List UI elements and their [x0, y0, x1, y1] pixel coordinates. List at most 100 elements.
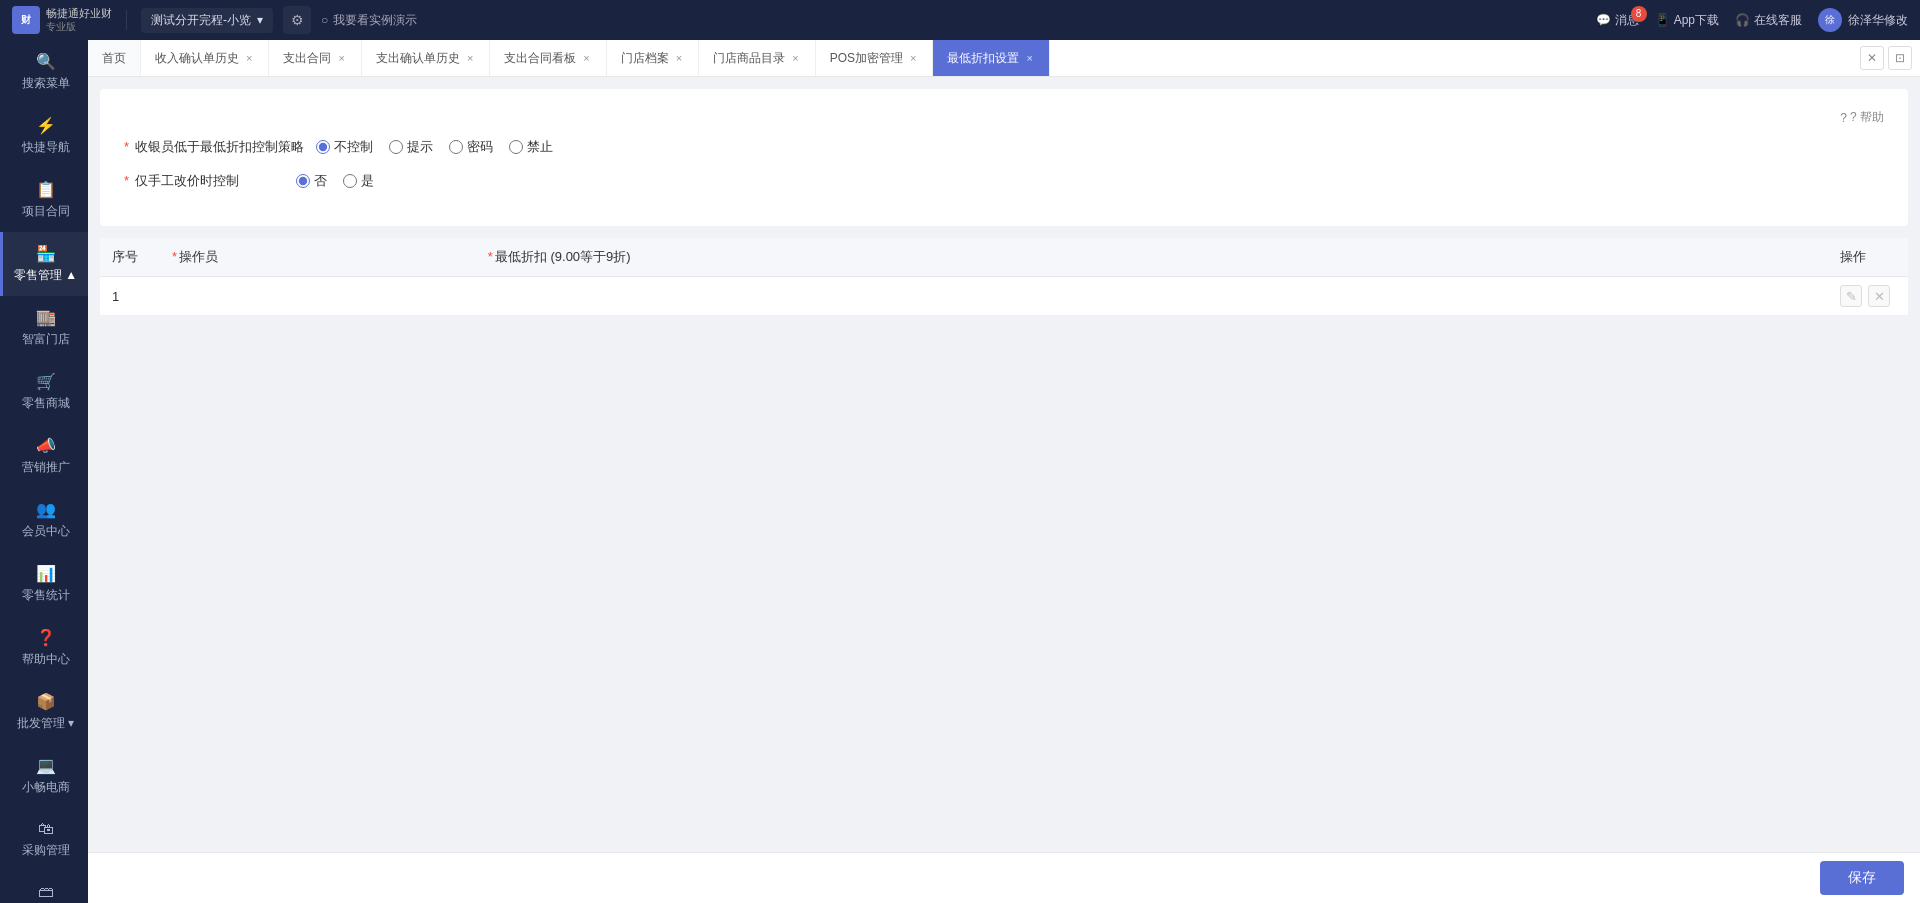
sidebar-item-wholesale-mgmt[interactable]: 📦 批发管理 ▾	[0, 680, 88, 744]
radio-manual-yes[interactable]: 是	[343, 172, 374, 190]
radio-no-control-label: 不控制	[334, 138, 373, 156]
tab-payment-contract[interactable]: 支出合同 ×	[269, 40, 361, 76]
contract-icon: 📋	[36, 180, 56, 199]
messages-button[interactable]: 💬 消息 8	[1596, 12, 1639, 29]
tab-store-archive[interactable]: 门店档案 ×	[607, 40, 699, 76]
online-service-button[interactable]: 🎧 在线客服	[1735, 12, 1802, 29]
cell-operator	[160, 277, 476, 316]
project-selector[interactable]: 测试分开完程-小览 ▾	[141, 8, 273, 33]
sidebar-label-marketing: 营销推广	[22, 459, 70, 476]
tab-income-confirm-label: 收入确认单历史	[155, 50, 239, 67]
radio-forbid-label: 禁止	[527, 138, 553, 156]
app-download-button[interactable]: 📱 App下载	[1655, 12, 1719, 29]
sidebar-item-marketing[interactable]: 📣 营销推广	[0, 424, 88, 488]
online-service-label: 在线客服	[1754, 12, 1802, 29]
sidebar-label-search-menu: 搜索菜单	[22, 75, 70, 92]
sidebar-item-ecommerce[interactable]: 💻 小畅电商	[0, 744, 88, 808]
radio-password[interactable]: 密码	[449, 138, 493, 156]
sidebar-item-retail-stats[interactable]: 📊 零售统计	[0, 552, 88, 616]
radio-manual-no-label: 否	[314, 172, 327, 190]
radio-manual-no[interactable]: 否	[296, 172, 327, 190]
tab-min-discount[interactable]: 最低折扣设置 ×	[933, 40, 1049, 76]
sidebar-item-search-menu[interactable]: 🔍 搜索菜单	[0, 40, 88, 104]
demo-link[interactable]: ○ 我要看实例演示	[321, 12, 417, 29]
manual-price-label: * 仅手工改价时控制	[124, 172, 284, 190]
logo-icon: 财	[12, 6, 40, 34]
discount-table-container: 序号 *操作员 *最低折扣 (9.00等于9折) 操作 1	[100, 238, 1908, 316]
tab-close-payment-confirm[interactable]: ×	[465, 52, 475, 65]
avatar: 徐	[1818, 8, 1842, 32]
sidebar-label-retail-mgmt: 零售管理 ▲	[14, 267, 77, 284]
delete-button[interactable]: ✕	[1868, 285, 1890, 307]
tab-payment-board[interactable]: 支出合同看板 ×	[490, 40, 606, 76]
sidebar-item-shortcut[interactable]: ⚡ 快捷导航	[0, 104, 88, 168]
col-header-seq: 序号	[100, 238, 160, 277]
radio-no-control-input[interactable]	[316, 140, 330, 154]
sidebar-item-help-center[interactable]: ❓ 帮助中心	[0, 616, 88, 680]
tab-close-pos-password[interactable]: ×	[908, 52, 918, 65]
sidebar-label-shortcut: 快捷导航	[22, 139, 70, 156]
tab-store-goods[interactable]: 门店商品目录 ×	[699, 40, 815, 76]
main-layout: 🔍 搜索菜单 ⚡ 快捷导航 📋 项目合同 🏪 零售管理 ▲ 🏬 智富门店 🛒 零…	[0, 40, 1920, 903]
help-link[interactable]: ? ? 帮助	[1840, 109, 1884, 126]
sidebar-label-retail-stats: 零售统计	[22, 587, 70, 604]
tab-close-min-discount[interactable]: ×	[1024, 52, 1034, 65]
user-menu[interactable]: 徐 徐泽华修改	[1818, 8, 1908, 32]
settings-button[interactable]: ⚙	[283, 6, 311, 34]
radio-forbid[interactable]: 禁止	[509, 138, 553, 156]
project-name: 测试分开完程-小览	[151, 12, 251, 29]
ecommerce-icon: 💻	[36, 756, 56, 775]
tab-close-store-goods[interactable]: ×	[790, 52, 800, 65]
user-name: 徐泽华修改	[1848, 12, 1908, 29]
manual-required-mark: *	[124, 173, 129, 188]
app-logo: 财 畅捷通好业财 专业版	[12, 6, 112, 34]
radio-no-control[interactable]: 不控制	[316, 138, 373, 156]
tab-close-store-archive[interactable]: ×	[674, 52, 684, 65]
sidebar-item-retail-mgmt[interactable]: 🏪 零售管理 ▲	[0, 232, 88, 296]
settings-card: ? ? 帮助 * 收银员低于最低折扣控制策略 不控制	[100, 89, 1908, 226]
radio-remind[interactable]: 提示	[389, 138, 433, 156]
page-content: ? ? 帮助 * 收银员低于最低折扣控制策略 不控制	[88, 77, 1920, 852]
radio-manual-yes-input[interactable]	[343, 174, 357, 188]
app-download-label: App下载	[1674, 12, 1719, 29]
topbar: 财 畅捷通好业财 专业版 测试分开完程-小览 ▾ ⚙ ○ 我要看实例演示 💬 消…	[0, 0, 1920, 40]
tab-payment-confirm-label: 支出确认单历史	[376, 50, 460, 67]
save-button[interactable]: 保存	[1820, 861, 1904, 895]
sidebar-item-inventory[interactable]: 🗃 库存核算	[0, 871, 88, 903]
tab-home[interactable]: 首页	[88, 40, 141, 76]
circle-icon: ○	[321, 13, 328, 27]
app-name: 畅捷通好业财	[46, 6, 112, 20]
sidebar: 🔍 搜索菜单 ⚡ 快捷导航 📋 项目合同 🏪 零售管理 ▲ 🏬 智富门店 🛒 零…	[0, 40, 88, 903]
sidebar-item-retail-mall[interactable]: 🛒 零售商城	[0, 360, 88, 424]
radio-forbid-input[interactable]	[509, 140, 523, 154]
download-icon: 📱	[1655, 13, 1670, 27]
tabs-close-button[interactable]: ✕	[1860, 46, 1884, 70]
tab-payment-confirm[interactable]: 支出确认单历史 ×	[362, 40, 490, 76]
col-header-operator: *操作员	[160, 238, 476, 277]
tab-income-confirm[interactable]: 收入确认单历史 ×	[141, 40, 269, 76]
sidebar-item-smart-store[interactable]: 🏬 智富门店	[0, 296, 88, 360]
sidebar-item-purchase-mgmt[interactable]: 🛍 采购管理	[0, 808, 88, 871]
tab-close-payment-board[interactable]: ×	[581, 52, 591, 65]
discount-control-label: * 收银员低于最低折扣控制策略	[124, 138, 304, 156]
tab-close-income-confirm[interactable]: ×	[244, 52, 254, 65]
radio-manual-no-input[interactable]	[296, 174, 310, 188]
tab-close-payment-contract[interactable]: ×	[336, 52, 346, 65]
service-icon: 🎧	[1735, 13, 1750, 27]
tab-pos-password[interactable]: POS加密管理 ×	[816, 40, 934, 76]
tab-payment-board-label: 支出合同看板	[504, 50, 576, 67]
help-icon: ?	[1840, 111, 1847, 125]
footer-bar: 保存	[88, 852, 1920, 903]
tab-home-label: 首页	[102, 50, 126, 67]
cell-action: ✎ ✕	[1828, 277, 1908, 316]
edit-button[interactable]: ✎	[1840, 285, 1862, 307]
radio-remind-input[interactable]	[389, 140, 403, 154]
tab-store-archive-label: 门店档案	[621, 50, 669, 67]
cell-seq: 1	[100, 277, 160, 316]
content-area: 首页 收入确认单历史 × 支出合同 × 支出确认单历史 × 支出合同看板 × 门…	[88, 40, 1920, 903]
tabs-expand-button[interactable]: ⊡	[1888, 46, 1912, 70]
sidebar-item-member-center[interactable]: 👥 会员中心	[0, 488, 88, 552]
radio-password-input[interactable]	[449, 140, 463, 154]
marketing-icon: 📣	[36, 436, 56, 455]
sidebar-item-project-contract[interactable]: 📋 项目合同	[0, 168, 88, 232]
